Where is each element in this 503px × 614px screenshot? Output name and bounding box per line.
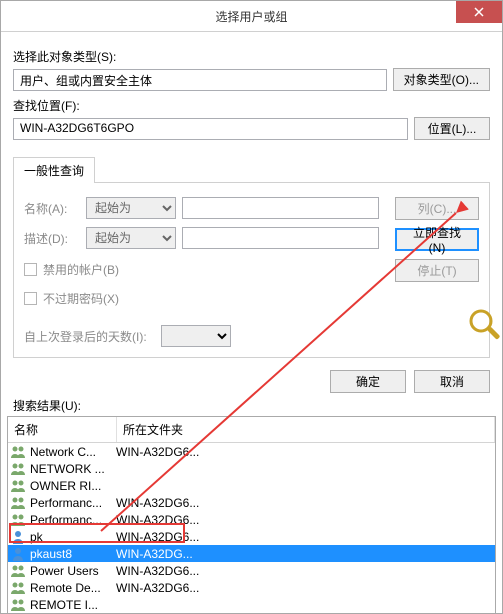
group-icon	[10, 580, 26, 596]
never-expire-checkbox[interactable]: 不过期密码(X)	[24, 290, 379, 307]
user-icon	[10, 546, 26, 562]
result-name: Remote De...	[30, 581, 116, 595]
result-name: Network C...	[30, 445, 116, 459]
dialog-window: 选择用户或组 选择此对象类型(S): 用户、组或内置安全主体 对象类型(O)..…	[0, 0, 503, 614]
ok-button[interactable]: 确定	[330, 370, 406, 393]
query-side-buttons: 列(C)... 立即查找(N) 停止(T)	[395, 197, 479, 282]
cancel-button[interactable]: 取消	[414, 370, 490, 393]
result-name: Performanc...	[30, 496, 116, 510]
disabled-accounts-checkbox[interactable]: 禁用的帐户(B)	[24, 261, 379, 278]
result-folder: WIN-A32DG6...	[116, 581, 493, 595]
result-row[interactable]: Power UsersWIN-A32DG6...	[8, 562, 495, 579]
location-label: 查找位置(F):	[13, 97, 490, 114]
column-name[interactable]: 名称	[8, 417, 117, 442]
results-list[interactable]: 名称 所在文件夹 Network C...WIN-A32DG6...NETWOR…	[7, 416, 496, 614]
days-select[interactable]	[161, 325, 231, 347]
results-label: 搜索结果(U):	[1, 393, 502, 416]
desc-mode-select[interactable]: 起始为	[86, 227, 176, 249]
query-tabs: 一般性查询	[13, 156, 490, 183]
search-icon	[461, 301, 503, 349]
disabled-accounts-label: 禁用的帐户(B)	[43, 261, 119, 278]
result-name: pk	[30, 530, 116, 544]
user-icon	[10, 529, 26, 545]
name-mode-select[interactable]: 起始为	[86, 197, 176, 219]
desc-input[interactable]	[182, 227, 379, 249]
result-row[interactable]: REMOTE I...	[8, 596, 495, 613]
dialog-body: 选择此对象类型(S): 用户、组或内置安全主体 对象类型(O)... 查找位置(…	[1, 32, 502, 358]
object-types-button[interactable]: 对象类型(O)...	[393, 68, 490, 91]
group-icon	[10, 563, 26, 579]
result-row[interactable]: Performanc...WIN-A32DG6...	[8, 511, 495, 528]
group-icon	[10, 495, 26, 511]
group-icon	[10, 444, 26, 460]
result-row[interactable]: Remote De...WIN-A32DG6...	[8, 579, 495, 596]
result-name: OWNER RI...	[30, 479, 116, 493]
window-title: 选择用户或组	[215, 8, 287, 25]
result-folder: WIN-A32DG6...	[116, 496, 493, 510]
stop-button[interactable]: 停止(T)	[395, 259, 479, 282]
result-name: Power Users	[30, 564, 116, 578]
result-folder: WIN-A32DG...	[116, 547, 493, 561]
name-label: 名称(A):	[24, 200, 80, 217]
result-row[interactable]: OWNER RI...	[8, 477, 495, 494]
find-now-button[interactable]: 立即查找(N)	[395, 228, 479, 251]
result-folder: WIN-A32DG6...	[116, 513, 493, 527]
query-panel: 名称(A): 起始为 描述(D): 起始为 禁用的帐户(B) 不过期密码(X) …	[13, 183, 490, 358]
group-icon	[10, 512, 26, 528]
name-input[interactable]	[182, 197, 379, 219]
result-folder: WIN-A32DG6...	[116, 445, 493, 459]
result-folder: WIN-A32DG6...	[116, 530, 493, 544]
result-row[interactable]: pkaust8WIN-A32DG...	[8, 545, 495, 562]
title-bar: 选择用户或组	[1, 1, 502, 32]
locations-button[interactable]: 位置(L)...	[414, 117, 490, 140]
column-folder[interactable]: 所在文件夹	[117, 417, 495, 442]
object-type-field: 用户、组或内置安全主体	[13, 69, 387, 91]
result-name: Performanc...	[30, 513, 116, 527]
result-name: pkaust8	[30, 547, 116, 561]
checkbox-icon	[24, 263, 37, 276]
desc-label: 描述(D):	[24, 230, 80, 247]
group-icon	[10, 478, 26, 494]
close-icon	[474, 7, 484, 17]
days-since-login-label: 自上次登录后的天数(I):	[24, 328, 147, 345]
location-field: WIN-A32DG6T6GPO	[13, 118, 408, 140]
results-header: 名称 所在文件夹	[8, 417, 495, 443]
tab-common-query[interactable]: 一般性查询	[13, 157, 95, 183]
dialog-buttons: 确定 取消	[1, 358, 502, 393]
result-row[interactable]: Performanc...WIN-A32DG6...	[8, 494, 495, 511]
columns-button[interactable]: 列(C)...	[395, 197, 479, 220]
result-row[interactable]: NETWORK ...	[8, 460, 495, 477]
result-name: REMOTE I...	[30, 598, 116, 612]
object-type-label: 选择此对象类型(S):	[13, 48, 490, 65]
never-expire-label: 不过期密码(X)	[43, 290, 119, 307]
result-row[interactable]: pkWIN-A32DG6...	[8, 528, 495, 545]
group-icon	[10, 461, 26, 477]
close-button[interactable]	[456, 1, 502, 23]
result-name: NETWORK ...	[30, 462, 116, 476]
result-row[interactable]: Network C...WIN-A32DG6...	[8, 443, 495, 460]
checkbox-icon	[24, 292, 37, 305]
group-icon	[10, 597, 26, 613]
result-folder: WIN-A32DG6...	[116, 564, 493, 578]
